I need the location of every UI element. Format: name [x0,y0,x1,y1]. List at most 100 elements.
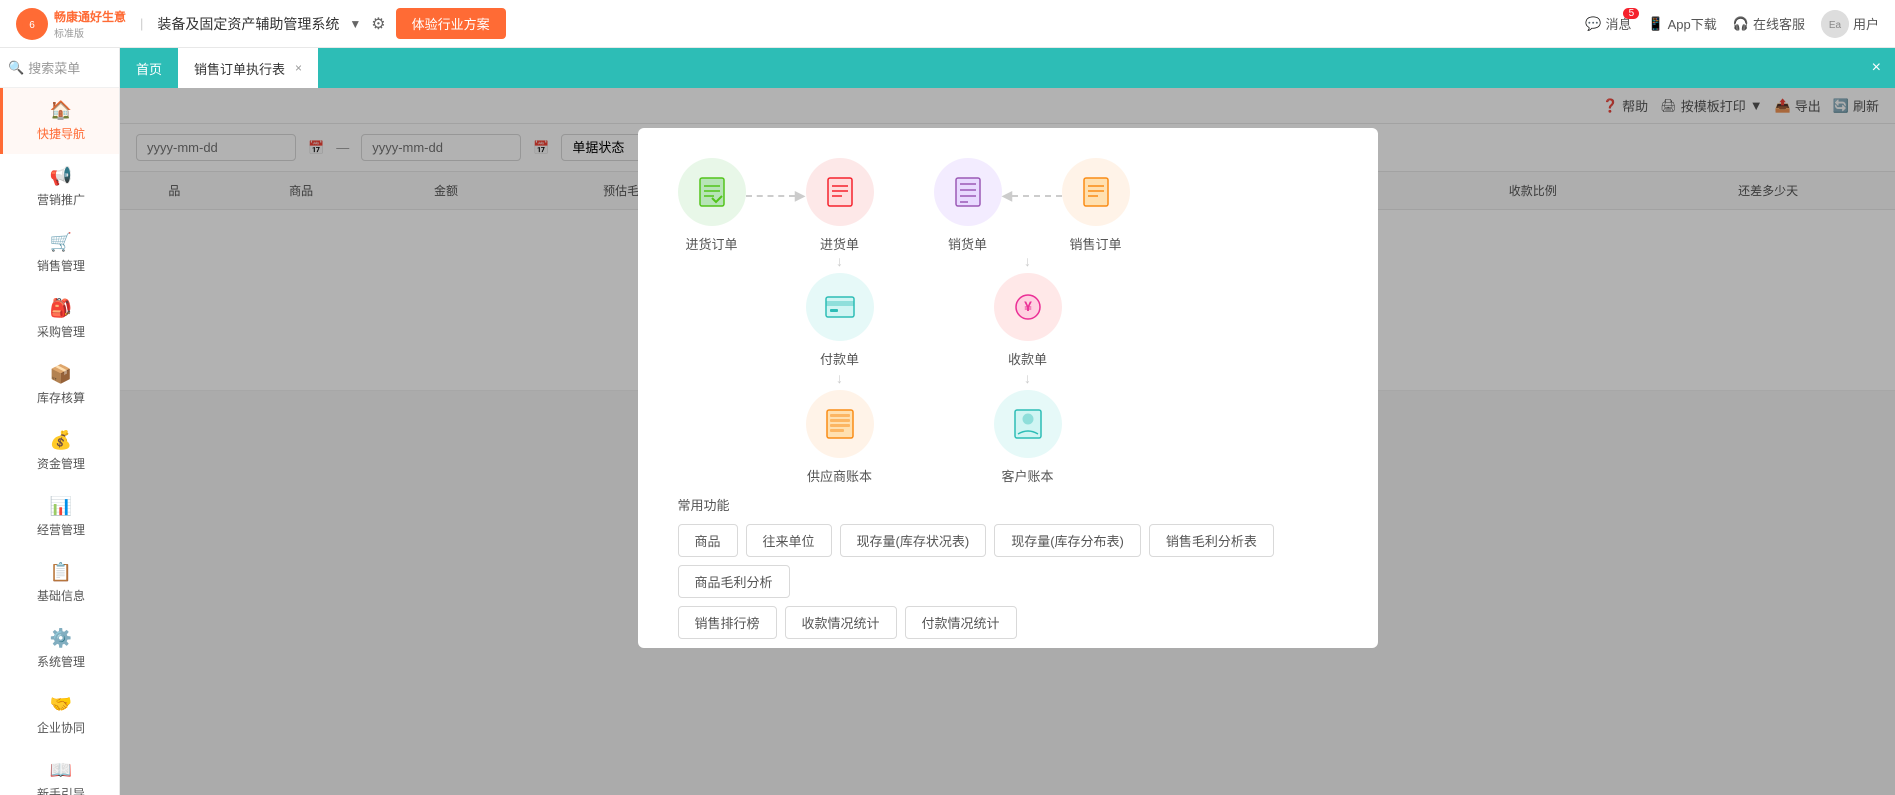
common-buttons: 商品 往来单位 现存量(库存状况表) 现存量(库存分布表) 销售毛利分析表 商品… [678,524,1338,598]
flow-row-3: 供应商账本 客户账本 [678,390,1338,485]
sale-order-label: 销售订单 [1069,234,1121,253]
tab-bar-close-btn[interactable]: × [1858,59,1895,77]
sale-receipt-circle[interactable] [934,158,1002,226]
sidebar-item-label: 企业协同 [37,719,85,736]
flow-node-sale-order[interactable]: 销售订单 [1062,158,1130,253]
flow-vertical-row2: ↓ ↓ [806,370,1338,386]
purchase-order-circle[interactable] [678,158,746,226]
sidebar: 🔍 搜索菜单 🏠 快捷导航 📢 营销推广 🛒 销售管理 🎒 采购管理 📦 库存核… [0,48,120,795]
arrow-down-purchase: ↓ [806,253,874,269]
flow-vertical-row: ↓ ↓ [678,253,1338,269]
sidebar-item-label: 新手引导 [37,785,85,795]
common-btn-product[interactable]: 商品 [678,524,738,557]
supplier-account-circle[interactable] [806,390,874,458]
logo-icon: 6 [16,8,48,40]
online-service-btn[interactable]: 🎧 在线客服 [1733,14,1805,33]
payment-circle[interactable] [806,273,874,341]
sidebar-item-sales[interactable]: 🛒 销售管理 [0,220,119,286]
layout: 🔍 搜索菜单 🏠 快捷导航 📢 营销推广 🛒 销售管理 🎒 采购管理 📦 库存核… [0,48,1895,795]
common-btn-stock-dist[interactable]: 现存量(库存分布表) [994,524,1141,557]
tab-home[interactable]: 首页 [120,48,178,88]
sale-receipt-label: 销货单 [948,234,987,253]
top-bar-left: 6 畅康通好生意 标准版 | 装备及固定资产辅助管理系统 ▼ ⚙ 体验行业方案 [16,8,506,40]
main-content: 首页 销售订单执行表 × × ❓ 帮助 🖨 按模板打印 ▼ [120,48,1895,795]
tab-sales-order[interactable]: 销售订单执行表 × [178,48,318,88]
system-icon: ⚙️ [50,628,72,649]
sidebar-item-guide[interactable]: 📖 新手引导 [0,748,119,795]
sidebar-item-quick[interactable]: 🏠 快捷导航 [0,88,119,154]
message-btn[interactable]: 💬 消息 5 [1585,14,1631,33]
operation-icon: 📊 [50,496,72,517]
sidebar-item-label: 基础信息 [37,587,85,604]
common-buttons-row2: 销售排行榜 收款情况统计 付款情况统计 [678,606,1338,639]
marketing-icon: 📢 [50,166,72,187]
home-icon: 🏠 [50,100,72,121]
logo-area: 6 畅康通好生意 标准版 [16,8,126,40]
flow-node-purchase-order[interactable]: 进货订单 [678,158,746,253]
purchase-receipt-circle[interactable] [806,158,874,226]
common-btn-payment-stats[interactable]: 付款情况统计 [905,606,1017,639]
sidebar-item-basic[interactable]: 📋 基础信息 [0,550,119,616]
sidebar-item-finance[interactable]: 💰 资金管理 [0,418,119,484]
customer-account-circle[interactable] [994,390,1062,458]
system-dropdown-btn[interactable]: ▼ [349,17,361,31]
basic-icon: 📋 [50,562,72,583]
tab-close-btn[interactable]: × [295,61,302,75]
user-area[interactable]: Ea 用户 [1821,10,1879,38]
sidebar-search[interactable]: 🔍 搜索菜单 [0,48,119,88]
flow-node-collection[interactable]: ¥ 收款单 [994,273,1062,368]
search-icon: 🔍 [8,60,24,76]
flow-node-payment[interactable]: 付款单 [806,273,874,368]
tab-sales-order-label: 销售订单执行表 [194,59,285,78]
payment-label: 付款单 [820,349,859,368]
modal: 进货订单 ▶ [638,128,1378,648]
sidebar-item-purchase[interactable]: 🎒 采购管理 [0,286,119,352]
svg-text:¥: ¥ [1024,298,1032,314]
flow-row-2: 付款单 ¥ 收款单 [678,273,1338,368]
purchase-order-label: 进货订单 [685,234,737,253]
logo-text: 畅康通好生意 标准版 [54,8,126,40]
sidebar-item-label: 系统管理 [37,653,85,670]
supplier-account-label: 供应商账本 [807,466,872,485]
modal-content: 进货订单 ▶ [638,128,1378,648]
top-bar: 6 畅康通好生意 标准版 | 装备及固定资产辅助管理系统 ▼ ⚙ 体验行业方案 … [0,0,1895,48]
svg-text:6: 6 [29,20,35,31]
common-btn-sales-rank[interactable]: 销售排行榜 [678,606,777,639]
purchase-receipt-label: 进货单 [820,234,859,253]
flow-node-purchase-receipt[interactable]: 进货单 [806,158,874,253]
collection-label: 收款单 [1008,349,1047,368]
message-badge: 5 [1623,8,1639,19]
sidebar-item-label: 资金管理 [37,455,85,472]
sidebar-item-label: 采购管理 [37,323,85,340]
common-btn-product-margin[interactable]: 商品毛利分析 [678,565,790,598]
flow-node-customer-account[interactable]: 客户账本 [994,390,1062,485]
message-icon: 💬 [1585,16,1601,32]
modal-overlay[interactable]: 进货订单 ▶ [120,88,1895,795]
flow-node-supplier-account[interactable]: 供应商账本 [806,390,874,485]
sidebar-item-marketing[interactable]: 📢 营销推广 [0,154,119,220]
common-section: 常用功能 商品 往来单位 现存量(库存状况表) 现存量(库存分布表) 销售毛利分… [678,495,1338,639]
sale-order-circle[interactable] [1062,158,1130,226]
content-area: ❓ 帮助 🖨 按模板打印 ▼ 📤 导出 🔄 刷新 [120,88,1895,795]
common-btn-stock-status[interactable]: 现存量(库存状况表) [840,524,987,557]
sidebar-item-operation[interactable]: 📊 经营管理 [0,484,119,550]
stock-icon: 📦 [50,364,72,385]
svg-text:Ea: Ea [1829,20,1842,31]
arrow-down-payment: ↓ [806,370,874,386]
top-bar-right: 💬 消息 5 📱 App下载 🎧 在线客服 Ea 用户 [1585,10,1879,38]
common-btn-receipt-stats[interactable]: 收款情况统计 [785,606,897,639]
sidebar-item-system[interactable]: ⚙️ 系统管理 [0,616,119,682]
sidebar-item-label: 经营管理 [37,521,85,538]
guide-icon: 📖 [50,760,72,781]
trial-btn[interactable]: 体验行业方案 [396,8,506,39]
sidebar-item-enterprise[interactable]: 🤝 企业协同 [0,682,119,748]
app-download-btn[interactable]: 📱 App下载 [1647,14,1716,33]
system-name: 装备及固定资产辅助管理系统 [157,14,339,34]
collection-circle[interactable]: ¥ [994,273,1062,341]
settings-btn[interactable]: ⚙ [371,14,385,34]
flow-node-sale-receipt[interactable]: 销货单 [934,158,1002,253]
enterprise-icon: 🤝 [50,694,72,715]
common-btn-counterparty[interactable]: 往来单位 [746,524,832,557]
common-btn-sales-margin[interactable]: 销售毛利分析表 [1149,524,1274,557]
sidebar-item-stock[interactable]: 📦 库存核算 [0,352,119,418]
